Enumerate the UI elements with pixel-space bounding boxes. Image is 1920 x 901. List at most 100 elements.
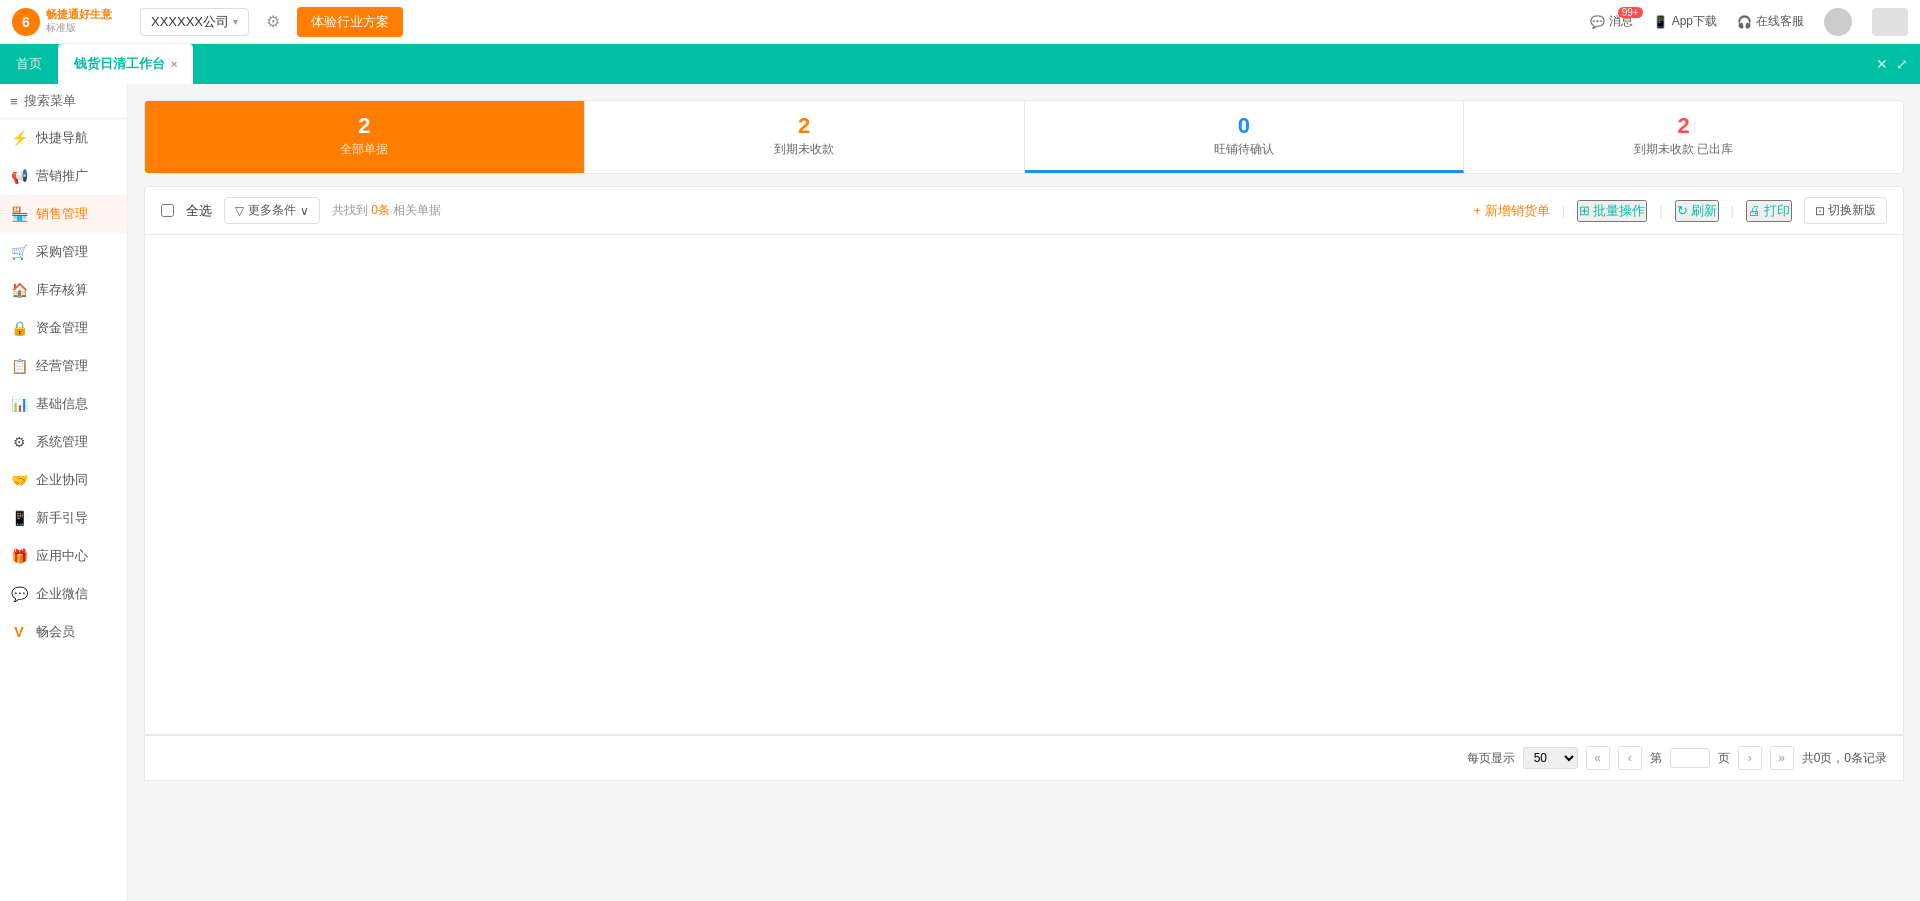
app-download-label: App下载 [1672,13,1717,30]
stat-num-all: 2 [161,113,568,139]
divider2: | [1659,203,1662,218]
first-page-icon: « [1594,751,1601,765]
stat-label-overdue-out: 到期未收款 已出库 [1480,141,1887,158]
sidebar-item-label: 经营管理 [36,357,88,375]
sidebar: ≡ 搜索菜单 ⚡ 快捷导航 📢 营销推广 🏪 销售管理 🛒 采购管理 🏠 库存核… [0,84,128,901]
app-center-icon: 🎁 [10,547,28,565]
cooperation-icon: 🤝 [10,471,28,489]
company-selector[interactable]: XXXXXX公司 ▾ [140,8,249,36]
next-page-icon: › [1748,751,1752,765]
tab-home[interactable]: 首页 [0,44,58,84]
print-button[interactable]: 🖨 打印 [1746,200,1792,222]
sidebar-item-label: 营销推广 [36,167,88,185]
stat-tab-all[interactable]: 2 全部单据 [145,101,585,173]
main-content: 2 全部单据 2 到期未收款 0 旺铺待确认 2 到期未收款 已出库 全选 ▽ … [128,84,1920,901]
user-avatar[interactable] [1824,8,1852,36]
stats-tabs: 2 全部单据 2 到期未收款 0 旺铺待确认 2 到期未收款 已出库 [144,100,1904,174]
stat-num-wangpu: 0 [1041,113,1448,139]
sidebar-item-system[interactable]: ⚙ 系统管理 [0,423,127,461]
quick-nav-icon: ⚡ [10,129,28,147]
sidebar-item-label: 采购管理 [36,243,88,261]
switch-label: 切换新版 [1828,202,1876,219]
select-all-checkbox[interactable] [161,204,174,217]
page-input[interactable]: 1 [1670,748,1710,768]
found-text: 共找到 0条 相关单据 [332,202,441,219]
top-header: 6 畅捷通好生意 标准版 XXXXXX公司 ▾ ⚙ 体验行业方案 💬 消息 99… [0,0,1920,44]
tab-actions: ✕ ⤢ [1876,56,1920,72]
system-icon: ⚙ [10,433,28,451]
stat-tab-overdue-out[interactable]: 2 到期未收款 已出库 [1464,101,1903,173]
found-count: 0条 [371,203,390,217]
filter-arrow: ∨ [300,204,309,218]
switch-version-button[interactable]: ⊡ 切换新版 [1804,197,1887,224]
tab-collapse-btn[interactable]: ✕ [1876,56,1888,72]
filter-icon: ▽ [235,204,244,218]
next-page-button[interactable]: › [1738,746,1762,770]
total-records: 共0页，0条记录 [1802,750,1887,767]
batch-button[interactable]: ⊞ 批量操作 [1577,200,1647,222]
experience-button[interactable]: 体验行业方案 [297,7,403,37]
sidebar-item-quick-nav[interactable]: ⚡ 快捷导航 [0,119,127,157]
table-area [144,235,1904,735]
stat-num-overdue: 2 [601,113,1008,139]
refresh-icon: ↻ [1677,203,1688,218]
member-icon: V [10,623,28,641]
sidebar-item-marketing[interactable]: 📢 营销推广 [0,157,127,195]
sidebar-item-label: 基础信息 [36,395,88,413]
sidebar-item-cooperation[interactable]: 🤝 企业协同 [0,461,127,499]
tab-expand-btn[interactable]: ⤢ [1896,56,1908,72]
app-download-icon: 📱 [1653,15,1668,29]
toolbar: 全选 ▽ 更多条件 ∨ 共找到 0条 相关单据 + 新增销货单 | ⊞ 批量操作… [144,186,1904,235]
filter-button[interactable]: ▽ 更多条件 ∨ [224,197,320,224]
online-service-button[interactable]: 🎧 在线客服 [1737,13,1804,30]
finance-icon: 🔒 [10,319,28,337]
last-page-icon: » [1778,751,1785,765]
sidebar-item-purchase[interactable]: 🛒 采购管理 [0,233,127,271]
pagination: 每页显示 50 100 « ‹ 第 1 页 › » 共0页，0条记录 [144,735,1904,781]
app-download-button[interactable]: 📱 App下载 [1653,13,1717,30]
basic-info-icon: 📊 [10,395,28,413]
switch-icon: ⊡ [1815,204,1825,218]
sidebar-item-inventory[interactable]: 🏠 库存核算 [0,271,127,309]
stat-tab-wangpu[interactable]: 0 旺铺待确认 [1025,101,1465,173]
page-label: 第 [1650,750,1662,767]
last-page-button[interactable]: » [1770,746,1794,770]
inventory-icon: 🏠 [10,281,28,299]
batch-label: 批量操作 [1593,202,1645,220]
per-page-label: 每页显示 [1467,750,1515,767]
tab-active-label: 钱货日清工作台 [74,55,165,73]
sidebar-item-label: 畅会员 [36,623,75,641]
sidebar-item-member[interactable]: V 畅会员 [0,613,127,651]
sidebar-search-label: 搜索菜单 [24,92,76,110]
user-menu[interactable] [1872,8,1908,36]
tab-home-label: 首页 [16,55,42,73]
sidebar-item-label: 销售管理 [36,205,88,223]
sidebar-item-label: 企业微信 [36,585,88,603]
tab-active[interactable]: 钱货日清工作台 × [58,44,193,84]
sidebar-item-sales[interactable]: 🏪 销售管理 [0,195,127,233]
first-page-button[interactable]: « [1586,746,1610,770]
divider1: | [1562,203,1565,218]
refresh-button[interactable]: ↻ 刷新 [1675,200,1719,222]
settings-button[interactable]: ⚙ [259,8,287,36]
tab-close-icon[interactable]: × [171,58,177,70]
per-page-select[interactable]: 50 100 [1523,747,1578,769]
sidebar-item-basic-info[interactable]: 📊 基础信息 [0,385,127,423]
sidebar-item-guide[interactable]: 📱 新手引导 [0,499,127,537]
sidebar-item-app-center[interactable]: 🎁 应用中心 [0,537,127,575]
search-icon: ≡ [10,94,18,109]
page-suffix: 页 [1718,750,1730,767]
sidebar-search[interactable]: ≡ 搜索菜单 [0,84,127,119]
new-order-button[interactable]: + 新增销货单 [1474,202,1550,220]
logo-icon: 6 [12,8,40,36]
sidebar-item-operations[interactable]: 📋 经营管理 [0,347,127,385]
message-button[interactable]: 💬 消息 99+ [1590,13,1633,30]
sidebar-item-label: 企业协同 [36,471,88,489]
prev-page-button[interactable]: ‹ [1618,746,1642,770]
toolbar-right: + 新增销货单 | ⊞ 批量操作 | ↻ 刷新 | 🖨 打印 ⊡ 切换新版 [1474,197,1887,224]
sidebar-item-wechat[interactable]: 💬 企业微信 [0,575,127,613]
sidebar-item-finance[interactable]: 🔒 资金管理 [0,309,127,347]
found-prefix: 共找到 [332,203,368,217]
stat-num-overdue-out: 2 [1480,113,1887,139]
stat-tab-overdue[interactable]: 2 到期未收款 [585,101,1025,173]
